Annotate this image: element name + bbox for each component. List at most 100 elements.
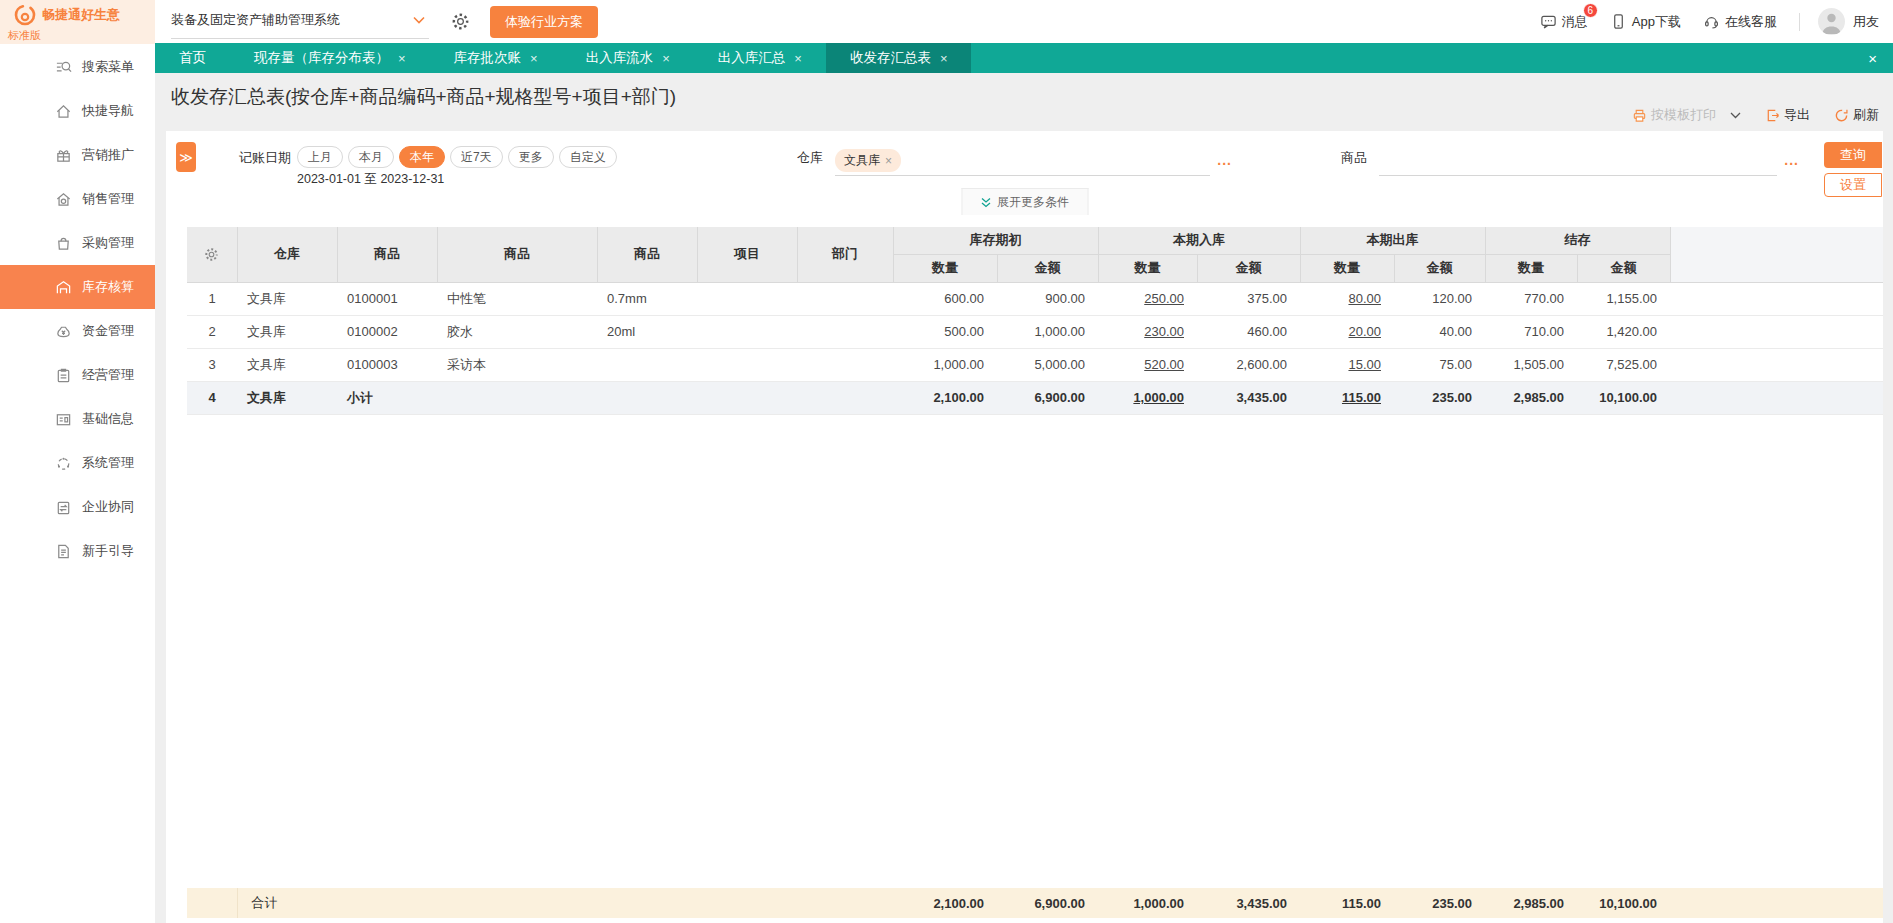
sidebar-item-system[interactable]: 系统管理: [0, 441, 155, 485]
export-button[interactable]: 导出: [1765, 106, 1810, 124]
gift-icon: [55, 147, 72, 164]
table-row: 3 文具库 0100003 采访本 1,000.00 5,000.00 520.…: [187, 348, 1883, 381]
header-in-amt: 金额: [1197, 254, 1300, 282]
system-circle-icon: [55, 455, 72, 472]
in-qty-link[interactable]: 520.00: [1144, 357, 1184, 372]
cell-out-qty: 15.00: [1300, 348, 1394, 381]
cell-name: 中性笔: [437, 282, 597, 315]
product-picker-icon[interactable]: ...: [1784, 152, 1799, 168]
query-button[interactable]: 查询: [1824, 142, 1882, 168]
cell-out-amt: 235.00: [1394, 381, 1485, 414]
tab-close-icon[interactable]: ×: [662, 51, 670, 66]
in-qty-link[interactable]: 250.00: [1144, 291, 1184, 306]
print-dropdown-icon[interactable]: [1730, 112, 1741, 119]
cell-in-amt: 3,435.00: [1197, 381, 1300, 414]
date-filter: 记账日期 上月 本月 本年 近7天 更多 自定义 2023-01-01 至 20…: [239, 146, 622, 188]
money-bag-icon: [55, 323, 72, 340]
tab-inout-summary[interactable]: 出入库汇总×: [694, 43, 826, 73]
collapse-filter-button[interactable]: ≫: [176, 142, 196, 172]
tab-receipt-summary[interactable]: 收发存汇总表×: [826, 43, 972, 73]
date-option-custom[interactable]: 自定义: [559, 146, 617, 168]
date-option-this-year[interactable]: 本年: [399, 146, 445, 168]
out-qty-link[interactable]: 80.00: [1348, 291, 1381, 306]
tab-close-icon[interactable]: ×: [794, 51, 802, 66]
sidebar-item-purchase[interactable]: 采购管理: [0, 221, 155, 265]
gear-icon[interactable]: [451, 12, 470, 31]
tab-batch-ledger[interactable]: 库存批次账×: [430, 43, 562, 73]
cell-code: 0100002: [337, 315, 437, 348]
cell-row-no: 2: [187, 315, 237, 348]
sidebar-item-collaboration[interactable]: 企业协同: [0, 485, 155, 529]
total-bal-qty: 2,985.00: [1485, 888, 1577, 918]
sidebar-item-sales[interactable]: 销售管理: [0, 177, 155, 221]
date-option-last-month[interactable]: 上月: [297, 146, 343, 168]
cell-project: [697, 348, 797, 381]
sidebar-item-inventory[interactable]: 库存核算: [0, 265, 155, 309]
expand-more-conditions[interactable]: 展开更多条件: [961, 188, 1088, 215]
messages-button[interactable]: 消息 6: [1540, 13, 1588, 31]
logo-area: 畅捷通好生意 标准版: [0, 0, 155, 44]
tag-remove-icon[interactable]: ×: [885, 154, 892, 168]
in-qty-link[interactable]: 1,000.00: [1133, 390, 1184, 405]
cell-opening-qty: 1,000.00: [893, 348, 997, 381]
tab-home[interactable]: 首页: [155, 43, 230, 73]
tab-inout-flow[interactable]: 出入库流水 ×: [562, 43, 694, 73]
date-option-last-7-days[interactable]: 近7天: [450, 146, 503, 168]
app-download-button[interactable]: App下载: [1610, 13, 1681, 31]
cell-out-qty: 115.00: [1300, 381, 1394, 414]
tab-close-icon[interactable]: ×: [940, 51, 948, 66]
sidebar-item-label: 企业协同: [82, 498, 134, 516]
sidebar-item-base-info[interactable]: 基础信息: [0, 397, 155, 441]
warehouse-input[interactable]: 文具库× ...: [835, 146, 1210, 176]
expand-more-label: 展开更多条件: [997, 194, 1069, 211]
sidebar-item-search-menu[interactable]: 搜索菜单: [0, 45, 155, 89]
column-settings-header[interactable]: [187, 227, 237, 282]
cell-opening-qty: 2,100.00: [893, 381, 997, 414]
print-by-template-button[interactable]: 按模板打印: [1632, 106, 1716, 124]
in-qty-link[interactable]: 230.00: [1144, 324, 1184, 339]
cell-bal-qty: 710.00: [1485, 315, 1577, 348]
sidebar-item-operations[interactable]: 经营管理: [0, 353, 155, 397]
out-qty-link[interactable]: 115.00: [1342, 390, 1381, 405]
cell-row-no: 1: [187, 282, 237, 315]
warehouse-tag[interactable]: 文具库×: [835, 149, 901, 172]
tab-stock-distribution[interactable]: 现存量（库存分布表）×: [230, 43, 430, 73]
cell-out-qty: 20.00: [1300, 315, 1394, 348]
date-option-more[interactable]: 更多: [508, 146, 554, 168]
out-qty-link[interactable]: 20.00: [1348, 324, 1381, 339]
product-input[interactable]: ...: [1379, 146, 1777, 176]
tab-close-icon[interactable]: ×: [398, 51, 406, 66]
sidebar-item-marketing[interactable]: 营销推广: [0, 133, 155, 177]
refresh-icon: [1834, 108, 1849, 123]
system-select[interactable]: 装备及固定资产辅助管理系统: [171, 5, 429, 39]
cell-in-qty: 230.00: [1098, 315, 1197, 348]
header-department: 部门: [797, 227, 893, 282]
total-out-amt: 235.00: [1394, 888, 1485, 918]
settings-button[interactable]: 设置: [1824, 173, 1882, 197]
online-service-button[interactable]: 在线客服: [1703, 13, 1777, 31]
sidebar-item-quick-nav[interactable]: 快捷导航: [0, 89, 155, 133]
header-product-spec: 商品: [597, 227, 697, 282]
sidebar-item-funds[interactable]: 资金管理: [0, 309, 155, 353]
app-root: 畅捷通好生意 标准版 搜索菜单 快捷导航 营销推广 销售管理: [0, 0, 1893, 923]
trial-industry-button[interactable]: 体验行业方案: [490, 6, 598, 38]
cell-in-qty: 520.00: [1098, 348, 1197, 381]
tabbar-close-icon[interactable]: ×: [1868, 43, 1877, 73]
refresh-button[interactable]: 刷新: [1834, 106, 1879, 124]
export-icon: [1765, 108, 1780, 123]
tab-label: 出入库流水: [586, 49, 654, 67]
cell-name: 采访本: [437, 348, 597, 381]
out-qty-link[interactable]: 15.00: [1348, 357, 1381, 372]
username[interactable]: 用友: [1853, 13, 1879, 31]
tab-close-icon[interactable]: ×: [530, 51, 538, 66]
sidebar-item-newbie-guide[interactable]: 新手引导: [0, 529, 155, 573]
cell-code: 0100001: [337, 282, 437, 315]
sidebar-item-label: 基础信息: [82, 410, 134, 428]
cell-name: 胶水: [437, 315, 597, 348]
avatar[interactable]: [1818, 8, 1845, 35]
date-option-this-month[interactable]: 本月: [348, 146, 394, 168]
sidebar-item-label: 快捷导航: [82, 102, 134, 120]
double-chevron-down-icon: [980, 197, 991, 208]
warehouse-picker-icon[interactable]: ...: [1217, 152, 1232, 168]
header-product-code: 商品: [337, 227, 437, 282]
